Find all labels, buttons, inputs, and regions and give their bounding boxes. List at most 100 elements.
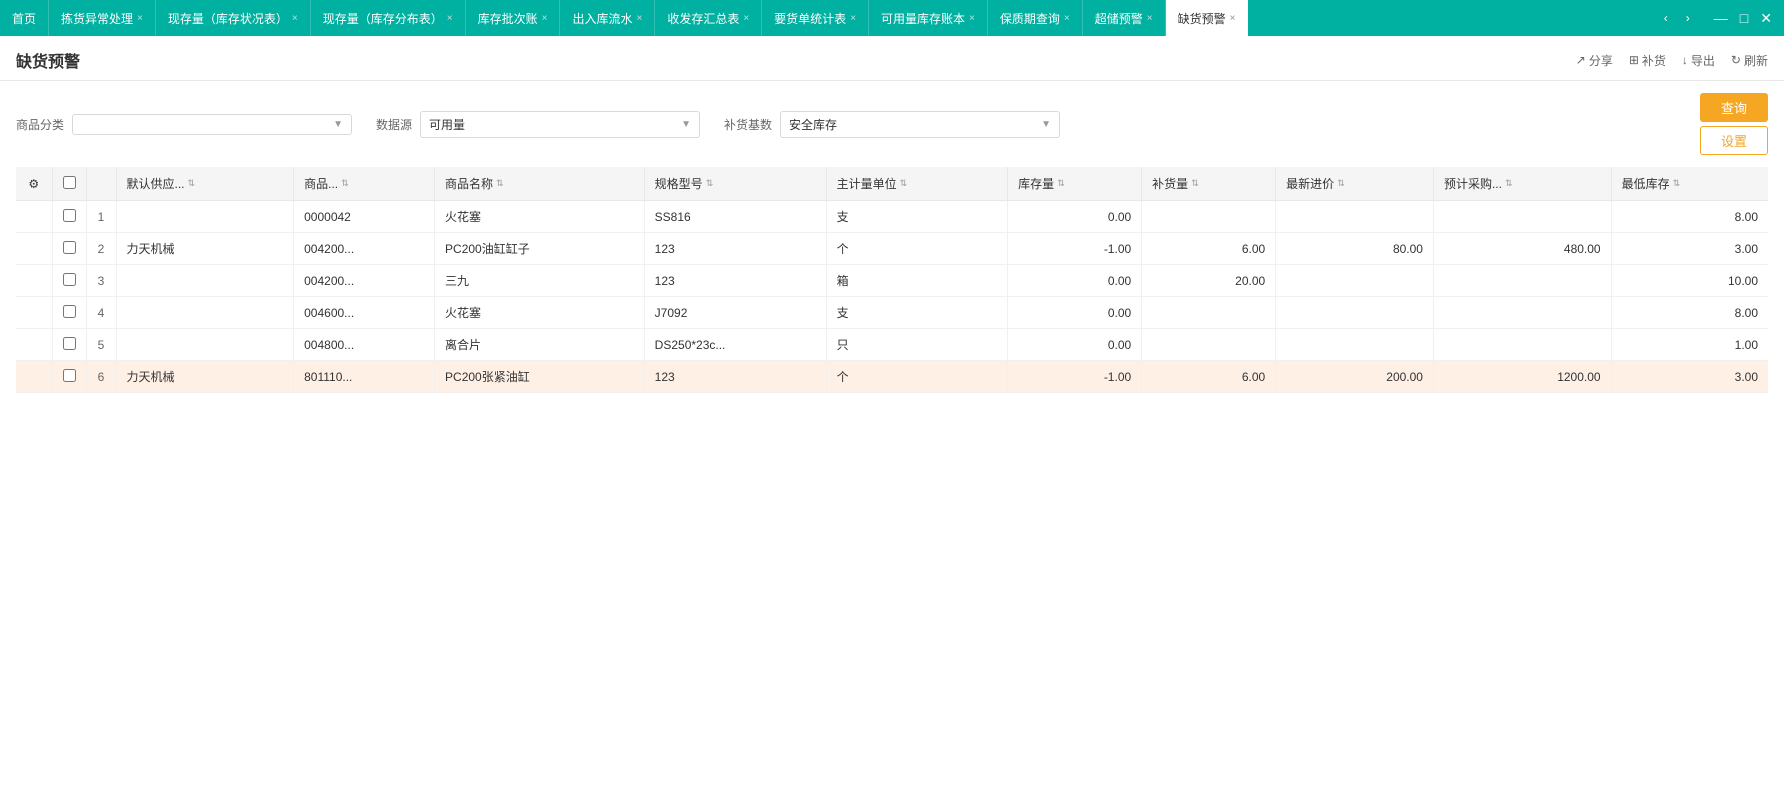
col-product-code-label: 商品... — [304, 175, 338, 192]
cell-latest-price — [1276, 265, 1434, 297]
settings-button[interactable]: 设置 — [1700, 126, 1768, 155]
nav-tab-shortage[interactable]: 缺货预警× — [1166, 0, 1249, 36]
cell-est-purchase: 1200.00 — [1433, 361, 1611, 393]
gear-icon[interactable]: ⚙ — [28, 177, 39, 191]
nav-tab-overstock[interactable]: 超储预警× — [1083, 0, 1166, 36]
nav-tab-expiry-query[interactable]: 保质期查询 × — [988, 0, 1083, 36]
category-select[interactable]: ▼ — [72, 114, 352, 135]
nav-tab-demand-stat[interactable]: 要货单统计表 × — [762, 0, 869, 36]
col-est-purchase-label: 预计采购... — [1444, 175, 1502, 192]
table-body: 10000042火花塞SS816支0.008.002力天机械004200...P… — [16, 201, 1768, 393]
col-min-stock-label: 最低库存 — [1622, 175, 1670, 192]
table-header: ⚙ 默认供应... ⇅ 商品.. — [16, 167, 1768, 201]
nav-tab-close[interactable]: × — [447, 13, 453, 24]
replenish-base-arrow: ▼ — [1041, 119, 1051, 130]
nav-tab-inventory-dist[interactable]: 现存量（库存分布表） × — [311, 0, 466, 36]
shortage-table: ⚙ 默认供应... ⇅ 商品.. — [16, 167, 1768, 393]
cell-product-name: 三九 — [435, 265, 645, 297]
nav-tab-inout-flow[interactable]: 出入库流水× — [560, 0, 655, 36]
cell-product-name: 离合片 — [435, 329, 645, 361]
filter-bar: 商品分类 ▼ 数据源 可用量 ▼ 补货基数 安全库存 ▼ 查询 设置 — [0, 81, 1784, 167]
nav-scroll-arrows: ‹ › — [1652, 8, 1702, 28]
nav-tab-label: 保质期查询 — [1000, 10, 1060, 27]
cell-stock: -1.00 — [1008, 233, 1142, 265]
cell-default-supplier — [116, 201, 294, 233]
column-stock: 库存量 ⇅ — [1008, 167, 1142, 201]
sort-icon-replenish: ⇅ — [1191, 178, 1199, 189]
cell-min-stock: 8.00 — [1611, 201, 1768, 233]
nav-tab-close[interactable]: × — [1230, 13, 1236, 24]
cell-default-supplier — [116, 297, 294, 329]
sort-icon-code: ⇅ — [341, 178, 349, 189]
cell-latest-price — [1276, 329, 1434, 361]
nav-tab-close[interactable]: × — [1064, 13, 1070, 24]
nav-tab-close[interactable]: × — [137, 13, 143, 24]
refresh-action[interactable]: ↻ 刷新 — [1731, 52, 1768, 69]
cell-product-name: PC200张紧油缸 — [435, 361, 645, 393]
nav-prev-arrow[interactable]: ‹ — [1656, 8, 1676, 28]
nav-tab-close[interactable]: × — [636, 13, 642, 24]
column-replenish-qty: 补货量 ⇅ — [1142, 167, 1276, 201]
replenish-action[interactable]: ⊞ 补货 — [1629, 52, 1666, 69]
column-rownum — [86, 167, 116, 201]
nav-tab-available-ledger[interactable]: 可用量库存账本× — [869, 0, 988, 36]
nav-tab-close[interactable]: × — [743, 13, 749, 24]
cell-unit: 个 — [826, 233, 1008, 265]
row-checkbox[interactable] — [63, 305, 76, 318]
column-min-stock: 最低库存 ⇅ — [1611, 167, 1768, 201]
nav-tab-label: 首页 — [12, 10, 36, 27]
cell-est-purchase — [1433, 297, 1611, 329]
cell-unit: 个 — [826, 361, 1008, 393]
nav-tab-inventory-status[interactable]: 现存量（库存状况表）× — [156, 0, 311, 36]
table-row: 5004800...离合片DS250*23c...只0.001.00 — [16, 329, 1768, 361]
datasource-select[interactable]: 可用量 ▼ — [420, 111, 700, 138]
category-label: 商品分类 — [16, 116, 64, 133]
category-filter: 商品分类 ▼ — [16, 114, 352, 135]
column-est-purchase: 预计采购... ⇅ — [1433, 167, 1611, 201]
maximize-button[interactable]: □ — [1736, 8, 1752, 28]
cell-spec: 123 — [644, 265, 826, 297]
refresh-label: 刷新 — [1744, 52, 1768, 69]
export-action[interactable]: ↓ 导出 — [1682, 52, 1715, 69]
cell-spec: J7092 — [644, 297, 826, 329]
cell-replenish-qty — [1142, 329, 1276, 361]
row-checkbox[interactable] — [63, 241, 76, 254]
nav-tab-close[interactable]: × — [1147, 13, 1153, 24]
cell-stock: 0.00 — [1008, 201, 1142, 233]
share-action[interactable]: ↗ 分享 — [1576, 52, 1613, 69]
column-product-code: 商品... ⇅ — [294, 167, 435, 201]
nav-tab-label: 要货单统计表 — [774, 10, 846, 27]
main-content: 缺货预警 ↗ 分享 ⊞ 补货 ↓ 导出 ↻ 刷新 商品分类 — [0, 36, 1784, 796]
cell-gear — [16, 329, 52, 361]
row-checkbox[interactable] — [63, 337, 76, 350]
query-button[interactable]: 查询 — [1700, 93, 1768, 122]
nav-tab-batch-account[interactable]: 库存批次账× — [466, 0, 561, 36]
nav-tab-home[interactable]: 首页 — [0, 0, 49, 36]
cell-stock: 0.00 — [1008, 329, 1142, 361]
cell-gear — [16, 265, 52, 297]
replenish-base-select[interactable]: 安全库存 ▼ — [780, 111, 1060, 138]
export-icon: ↓ — [1682, 53, 1688, 67]
nav-tab-label: 现存量（库存分布表） — [323, 10, 443, 27]
nav-tab-close[interactable]: × — [969, 13, 975, 24]
nav-tab-close[interactable]: × — [542, 13, 548, 24]
close-button[interactable]: ✕ — [1756, 8, 1776, 29]
nav-tab-close[interactable]: × — [292, 13, 298, 24]
select-all-checkbox[interactable] — [63, 176, 76, 189]
table-row: 10000042火花塞SS816支0.008.00 — [16, 201, 1768, 233]
nav-tab-exception[interactable]: 拣货异常处理× — [49, 0, 156, 36]
cell-latest-price: 200.00 — [1276, 361, 1434, 393]
row-checkbox[interactable] — [63, 369, 76, 382]
minimize-button[interactable]: — — [1710, 8, 1732, 28]
nav-tab-close[interactable]: × — [850, 13, 856, 24]
sort-icon-supplier: ⇅ — [188, 178, 196, 189]
cell-gear — [16, 297, 52, 329]
nav-next-arrow[interactable]: › — [1678, 8, 1698, 28]
sort-icon-price: ⇅ — [1337, 178, 1345, 189]
replenish-icon: ⊞ — [1629, 53, 1639, 67]
cell-est-purchase — [1433, 329, 1611, 361]
row-checkbox[interactable] — [63, 209, 76, 222]
nav-tab-collect-summary[interactable]: 收发存汇总表× — [655, 0, 762, 36]
page-header: 缺货预警 ↗ 分享 ⊞ 补货 ↓ 导出 ↻ 刷新 — [0, 36, 1784, 81]
row-checkbox[interactable] — [63, 273, 76, 286]
